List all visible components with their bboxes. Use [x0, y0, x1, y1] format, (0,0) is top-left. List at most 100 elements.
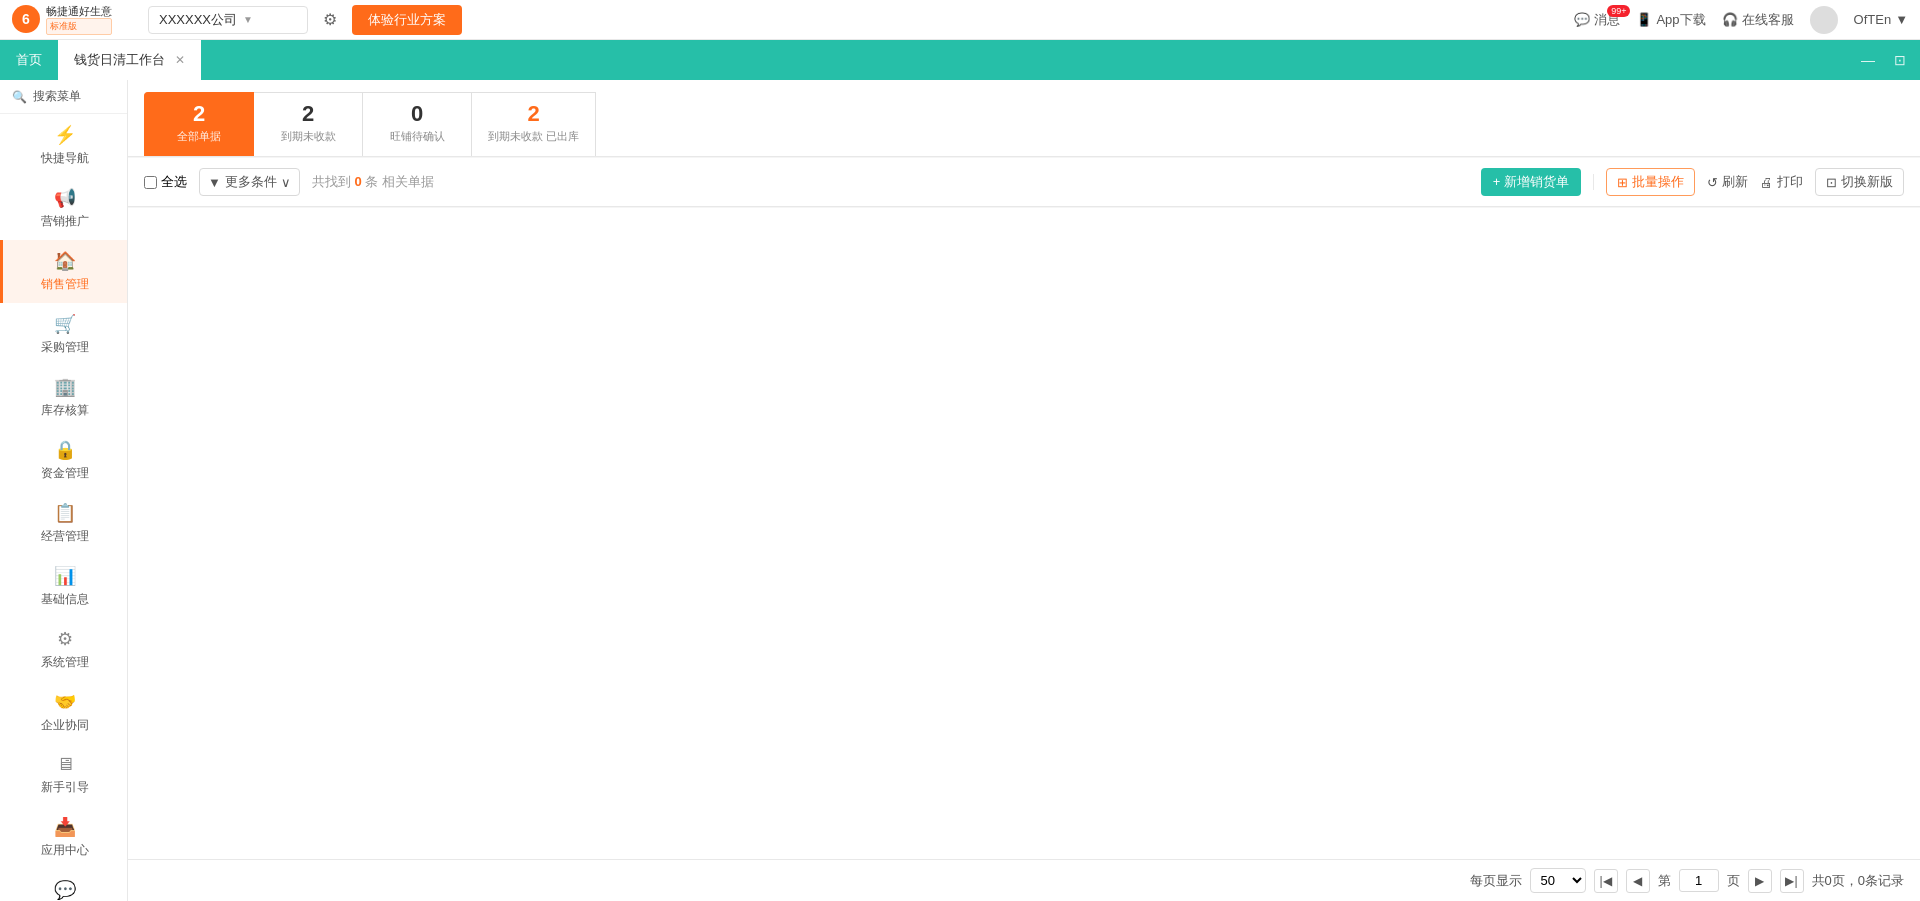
switch-icon: ⊡ [1826, 175, 1837, 190]
select-all-label: 全选 [161, 173, 187, 191]
stat-count-overdue: 2 [270, 101, 346, 127]
sidebar-item-label: 销售管理 [41, 276, 89, 293]
more-conditions-label: 更多条件 [225, 173, 277, 191]
sidebar-item-system[interactable]: ⚙ 系统管理 [0, 618, 127, 681]
user-name[interactable]: OfTEn ▼ [1854, 12, 1908, 27]
home-tab-label: 首页 [16, 51, 42, 69]
sidebar-item-app-center[interactable]: 📥 应用中心 [0, 806, 127, 869]
sidebar: 🔍 搜索菜单 ⚡ 快捷导航 📢 营销推广 🏠 销售管理 🛒 采购管理 🏢 库存核… [0, 80, 128, 901]
print-icon: 🖨 [1760, 175, 1773, 190]
settings-button[interactable]: ⚙ [316, 6, 344, 34]
refresh-button[interactable]: ↺ 刷新 [1707, 173, 1748, 191]
download-icon: 📱 [1636, 12, 1652, 27]
sidebar-item-inventory[interactable]: 🏢 库存核算 [0, 366, 127, 429]
sidebar-item-quick-nav[interactable]: ⚡ 快捷导航 [0, 114, 127, 177]
toolbar-right: + 新增销货单 ⊞ 批量操作 ↺ 刷新 🖨 打印 ⊡ 切换新版 [1481, 168, 1904, 196]
sidebar-item-label: 应用中心 [41, 842, 89, 859]
stat-tab-pending[interactable]: 0 旺铺待确认 [362, 92, 472, 156]
sidebar-item-enterprise[interactable]: 🤝 企业协同 [0, 681, 127, 744]
total-text: 共0页，0条记录 [1812, 872, 1904, 890]
chevron-icon: ∨ [281, 175, 291, 190]
stat-tab-all[interactable]: 2 全部单据 [144, 92, 254, 156]
experience-button[interactable]: 体验行业方案 [352, 5, 462, 35]
company-selector[interactable]: XXXXXX公司 ▼ [148, 6, 308, 34]
page-size-select[interactable]: 50 10 20 100 [1530, 868, 1586, 893]
basic-info-icon: 📊 [54, 565, 76, 587]
avatar[interactable] [1810, 6, 1838, 34]
sidebar-item-label: 系统管理 [41, 654, 89, 671]
next-page-button[interactable]: ▶ [1748, 869, 1772, 893]
tab-workbench[interactable]: 钱货日清工作台 ✕ [58, 40, 201, 80]
prev-page-button[interactable]: ◀ [1626, 869, 1650, 893]
sidebar-search[interactable]: 🔍 搜索菜单 [0, 80, 127, 114]
stat-tab-shipped[interactable]: 2 到期未收款 已出库 [471, 92, 596, 156]
more-conditions-button[interactable]: ▼ 更多条件 ∨ [199, 168, 300, 196]
batch-operation-button[interactable]: ⊞ 批量操作 [1606, 168, 1695, 196]
guide-icon: 🖥 [56, 754, 74, 775]
sidebar-item-label: 基础信息 [41, 591, 89, 608]
select-all-input[interactable] [144, 176, 157, 189]
tab-minimize-button[interactable]: — [1856, 48, 1880, 72]
stat-tab-overdue[interactable]: 2 到期未收款 [253, 92, 363, 156]
online-service-button[interactable]: 🎧 在线客服 [1722, 11, 1794, 29]
select-all-checkbox[interactable]: 全选 [144, 173, 187, 191]
sidebar-item-operations[interactable]: 📋 经营管理 [0, 492, 127, 555]
batch-icon: ⊞ [1617, 175, 1628, 190]
purchase-icon: 🛒 [54, 313, 76, 335]
sidebar-item-guide[interactable]: 🖥 新手引导 [0, 744, 127, 806]
wechat-icon: 💬 [54, 879, 76, 901]
tab-maximize-button[interactable]: ⊡ [1888, 48, 1912, 72]
system-icon: ⚙ [57, 628, 73, 650]
stat-label-pending: 旺铺待确认 [379, 129, 455, 144]
search-icon: 🔍 [12, 90, 27, 104]
headset-icon: 🎧 [1722, 12, 1738, 27]
operations-icon: 📋 [54, 502, 76, 524]
pagination: 每页显示 50 10 20 100 |◀ ◀ 第 页 ▶ ▶| 共0页，0条记录 [128, 859, 1920, 901]
sidebar-item-purchase[interactable]: 🛒 采购管理 [0, 303, 127, 366]
tab-close-icon[interactable]: ✕ [175, 53, 185, 67]
stat-label-all: 全部单据 [161, 129, 237, 144]
company-name: XXXXXX公司 [159, 11, 237, 29]
user-chevron-icon: ▼ [1895, 12, 1908, 27]
switch-version-button[interactable]: ⊡ 切换新版 [1815, 168, 1904, 196]
sidebar-search-label: 搜索菜单 [33, 88, 81, 105]
stat-count-shipped: 2 [488, 101, 579, 127]
found-text: 共找到 0 条 相关单据 [312, 173, 434, 191]
page-suffix: 页 [1727, 872, 1740, 890]
message-icon: 💬 [1574, 12, 1590, 27]
found-count: 0 [355, 174, 362, 189]
top-bar: 6 畅捷通好生意 标准版 XXXXXX公司 ▼ ⚙ 体验行业方案 💬 消息 99… [0, 0, 1920, 40]
page-number-input[interactable] [1679, 869, 1719, 892]
sidebar-item-marketing[interactable]: 📢 营销推广 [0, 177, 127, 240]
refresh-icon: ↺ [1707, 175, 1718, 190]
last-page-button[interactable]: ▶| [1780, 869, 1804, 893]
sidebar-item-label: 经营管理 [41, 528, 89, 545]
main-layout: 🔍 搜索菜单 ⚡ 快捷导航 📢 营销推广 🏠 销售管理 🛒 采购管理 🏢 库存核… [0, 80, 1920, 901]
sales-icon: 🏠 [54, 250, 76, 272]
logo-text-group: 畅捷通好生意 标准版 [46, 4, 112, 35]
add-sale-button[interactable]: + 新增销货单 [1481, 168, 1581, 196]
print-button[interactable]: 🖨 打印 [1760, 173, 1803, 191]
content-area: 2 全部单据 2 到期未收款 0 旺铺待确认 2 到期未收款 已出库 全选 [128, 80, 1920, 901]
enterprise-icon: 🤝 [54, 691, 76, 713]
first-page-button[interactable]: |◀ [1594, 869, 1618, 893]
sidebar-item-basic-info[interactable]: 📊 基础信息 [0, 555, 127, 618]
sidebar-item-sales[interactable]: 🏠 销售管理 [0, 240, 127, 303]
logo-badge: 标准版 [46, 18, 112, 35]
sidebar-item-finance[interactable]: 🔒 资金管理 [0, 429, 127, 492]
sidebar-item-wechat[interactable]: 💬 企业微信 [0, 869, 127, 901]
page-size-label: 每页显示 [1470, 872, 1522, 890]
workbench-tab-label: 钱货日清工作台 [74, 51, 165, 69]
stat-label-overdue: 到期未收款 [270, 129, 346, 144]
sidebar-item-label: 新手引导 [41, 779, 89, 796]
quick-nav-icon: ⚡ [54, 124, 76, 146]
stat-label-shipped: 到期未收款 已出库 [488, 129, 579, 144]
logo-icon: 6 [12, 5, 40, 33]
sidebar-item-label: 库存核算 [41, 402, 89, 419]
stat-count-all: 2 [161, 101, 237, 127]
messages-button[interactable]: 💬 消息 99+ [1574, 11, 1620, 29]
marketing-icon: 📢 [54, 187, 76, 209]
inventory-icon: 🏢 [54, 376, 76, 398]
tab-home[interactable]: 首页 [0, 40, 58, 80]
app-download-button[interactable]: 📱 App下载 [1636, 11, 1705, 29]
